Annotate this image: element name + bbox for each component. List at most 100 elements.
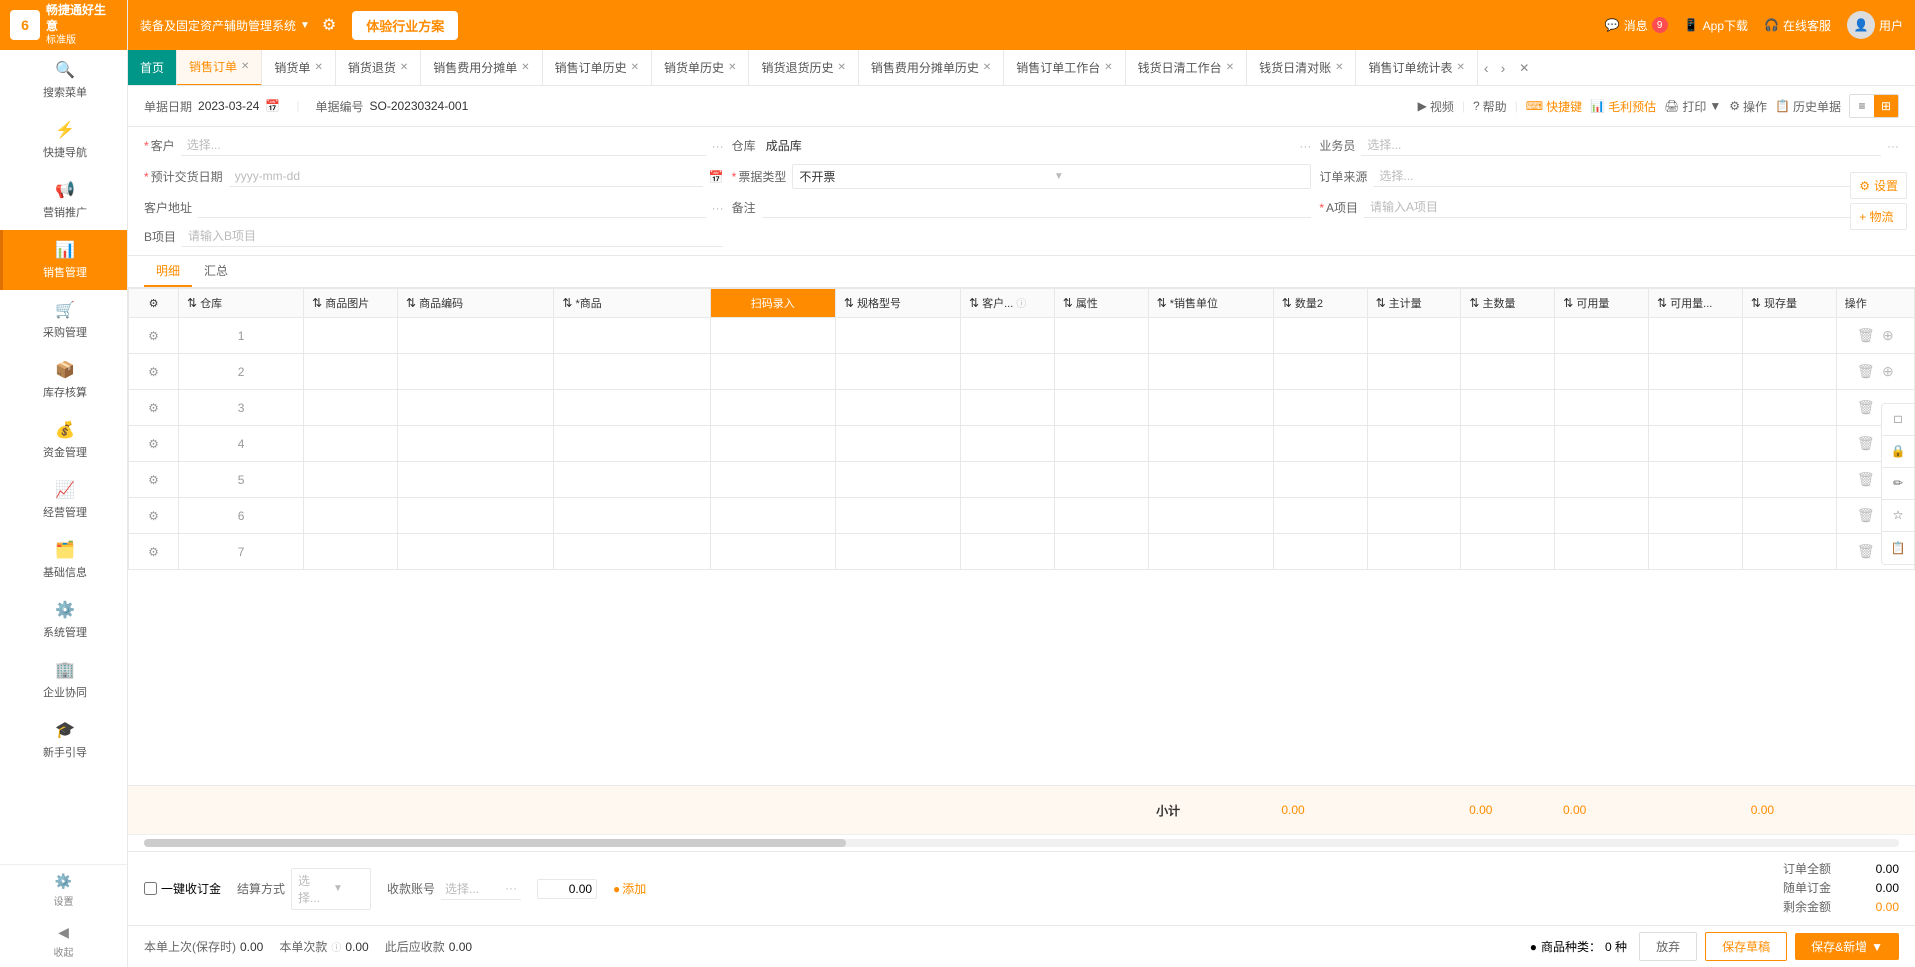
tab-order-workbench[interactable]: 销售订单工作台 ✕ [1004, 50, 1125, 86]
row-avail[interactable] [1555, 462, 1649, 498]
row-image[interactable] [397, 498, 553, 534]
row-main-unit[interactable] [1367, 462, 1461, 498]
row-image[interactable] [397, 426, 553, 462]
tab-nav-next[interactable]: › [1495, 60, 1512, 76]
row-product[interactable] [710, 390, 835, 426]
float-btn-4[interactable]: ☆ [1882, 500, 1914, 532]
delete-icon[interactable]: 🗑 [1857, 471, 1875, 487]
ops-action[interactable]: ⚙ 操作 [1729, 98, 1767, 115]
salesperson-dots-icon[interactable]: ··· [1887, 139, 1899, 153]
add-material-button[interactable]: + 物流 [1850, 203, 1907, 230]
close-tab-icon[interactable]: ✕ [314, 62, 322, 73]
row-avail2[interactable] [1649, 354, 1743, 390]
row-qty2[interactable] [1273, 318, 1367, 354]
discard-button[interactable]: 放弃 [1639, 932, 1697, 961]
row-stock[interactable] [1742, 318, 1836, 354]
row-main-qty[interactable] [1461, 426, 1555, 462]
tab-sales-return[interactable]: 销货单 ✕ [262, 50, 335, 86]
close-tab-icon[interactable]: ✕ [983, 62, 991, 73]
warehouse-dots-icon[interactable]: ··· [1299, 139, 1311, 153]
col-image-header[interactable]: ⇅ 商品图片 [304, 289, 398, 318]
row-qty2[interactable] [1273, 354, 1367, 390]
sidebar-item-enterprise[interactable]: 🏢企业协同 [0, 650, 127, 710]
row-avail2[interactable] [1649, 390, 1743, 426]
float-btn-5[interactable]: 📋 [1882, 532, 1914, 564]
row-unit[interactable] [1148, 426, 1273, 462]
print-action[interactable]: 🖨 打印 ▼ [1664, 98, 1721, 115]
row-settings[interactable]: ⚙ [129, 534, 179, 570]
row-main-unit[interactable] [1367, 534, 1461, 570]
row-spec[interactable] [835, 318, 960, 354]
tab-expense-split[interactable]: 销售费用分摊单 ✕ [421, 50, 542, 86]
delete-icon[interactable]: 🗑 [1857, 327, 1875, 343]
col-stock-header[interactable]: ⇅ 现存量 [1742, 289, 1836, 318]
delete-icon[interactable]: 🗑 [1857, 507, 1875, 523]
col-sku-header[interactable]: ⇅ 商品编码 [397, 289, 553, 318]
calendar-icon[interactable]: 📅 [265, 99, 280, 113]
sidebar-item-system[interactable]: ⚙️系统管理 [0, 590, 127, 650]
row-warehouse[interactable] [304, 498, 398, 534]
row-avail2[interactable] [1649, 426, 1743, 462]
row-attr[interactable] [1054, 318, 1148, 354]
row-image[interactable] [397, 390, 553, 426]
col-avail2-header[interactable]: ⇅ 可用量... [1649, 289, 1743, 318]
close-tab-icon[interactable]: ✕ [241, 61, 249, 72]
close-tab-icon[interactable]: ✕ [1104, 62, 1112, 73]
row-avail[interactable] [1555, 426, 1649, 462]
row-sku[interactable] [554, 390, 710, 426]
row-qty2[interactable] [1273, 498, 1367, 534]
row-warehouse[interactable] [304, 426, 398, 462]
remarks-input[interactable] [762, 197, 1312, 218]
payment-method-select[interactable]: 选择... ▼ [291, 868, 371, 910]
row-sku[interactable] [554, 498, 710, 534]
save-draft-button[interactable]: 保存草稿 [1705, 932, 1787, 961]
messages-button[interactable]: 💬 消息 9 [1605, 17, 1668, 34]
sidebar-item-inventory[interactable]: 📦库存核算 [0, 350, 127, 410]
close-tab-icon[interactable]: ✕ [631, 62, 639, 73]
col-warehouse-header[interactable]: ⇅ 仓库 [179, 289, 304, 318]
row-main-unit[interactable] [1367, 318, 1461, 354]
row-qty2[interactable] [1273, 534, 1367, 570]
row-spec[interactable] [835, 354, 960, 390]
row-attr[interactable] [1054, 462, 1148, 498]
row-customer-ref[interactable] [960, 318, 1054, 354]
col-avail-header[interactable]: ⇅ 可用量 [1555, 289, 1649, 318]
row-main-qty[interactable] [1461, 534, 1555, 570]
row-sku[interactable] [554, 534, 710, 570]
row-settings[interactable]: ⚙ [129, 462, 179, 498]
history-action[interactable]: 📋 历史单据 [1775, 98, 1841, 115]
row-unit[interactable] [1148, 390, 1273, 426]
row-main-qty[interactable] [1461, 354, 1555, 390]
row-sku[interactable] [554, 318, 710, 354]
row-customer-ref[interactable] [960, 390, 1054, 426]
account-select[interactable]: 选择... ··· [441, 878, 521, 900]
delete-icon[interactable]: 🗑 [1857, 363, 1875, 379]
tab-more-button[interactable]: ✕ [1511, 61, 1537, 75]
addr-dots-icon[interactable]: ··· [712, 201, 724, 215]
tab-sales-refund[interactable]: 销货退货 ✕ [336, 50, 421, 86]
delivery-date-input[interactable] [229, 166, 703, 187]
tab-cash-workbench[interactable]: 钱货日清工作台 ✕ [1126, 50, 1247, 86]
add-button[interactable]: ● 添加 [613, 880, 646, 897]
row-stock[interactable] [1742, 354, 1836, 390]
account-dots-icon[interactable]: ··· [505, 881, 517, 895]
col-main-unit-header[interactable]: ⇅ 主计量 [1367, 289, 1461, 318]
tab-order-history[interactable]: 销售订单历史 ✕ [543, 50, 652, 86]
row-warehouse[interactable] [304, 462, 398, 498]
customer-input[interactable] [181, 135, 706, 156]
row-qty2[interactable] [1273, 426, 1367, 462]
row-attr[interactable] [1054, 534, 1148, 570]
close-tab-icon[interactable]: ✕ [521, 62, 529, 73]
row-warehouse[interactable] [304, 318, 398, 354]
row-image[interactable] [397, 354, 553, 390]
row-avail[interactable] [1555, 498, 1649, 534]
solution-button[interactable]: 体验行业方案 [352, 11, 458, 40]
sidebar-item-search[interactable]: 🔍搜索菜单 [0, 50, 127, 110]
row-customer-ref[interactable] [960, 462, 1054, 498]
row-main-qty[interactable] [1461, 318, 1555, 354]
row-settings[interactable]: ⚙ [129, 354, 179, 390]
row-main-unit[interactable] [1367, 426, 1461, 462]
row-stock[interactable] [1742, 390, 1836, 426]
delete-icon[interactable]: 🗑 [1857, 399, 1875, 415]
row-unit[interactable] [1148, 462, 1273, 498]
